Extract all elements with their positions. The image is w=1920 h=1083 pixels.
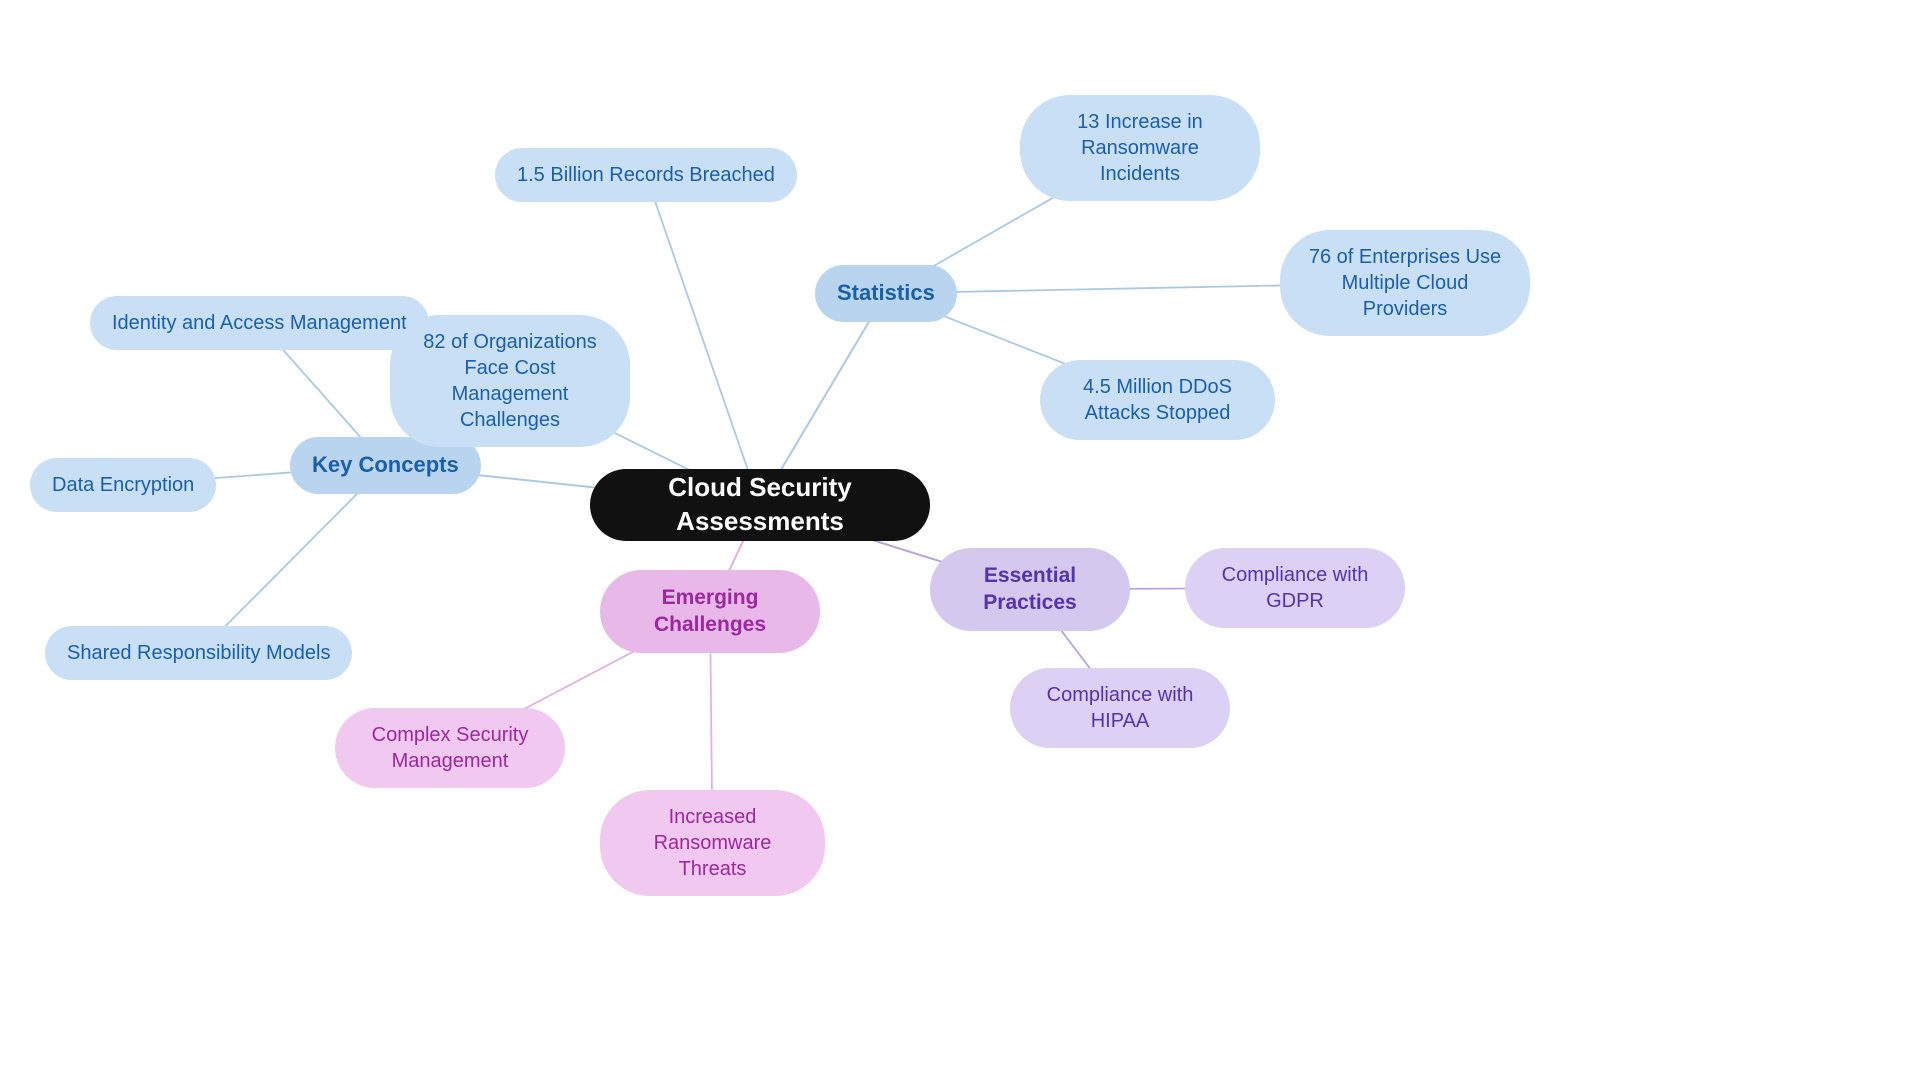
compliance-hipaa-node: Compliance with HIPAA — [1010, 668, 1230, 748]
emerging-challenges-label: Emerging Challenges — [622, 584, 798, 639]
identity-access-node: Identity and Access Management — [90, 296, 429, 350]
records-breached-label: 1.5 Billion Records Breached — [517, 162, 775, 188]
center-node: Cloud Security Assessments — [590, 469, 930, 541]
shared-responsibility-label: Shared Responsibility Models — [67, 640, 330, 666]
data-encryption-node: Data Encryption — [30, 458, 216, 512]
ddos-attacks-node: 4.5 Million DDoS Attacks Stopped — [1040, 360, 1275, 440]
statistics-node: Statistics — [815, 265, 957, 322]
mind-map: Cloud Security Assessments Key Concepts … — [0, 0, 1920, 1083]
connections-svg — [0, 0, 1920, 1083]
data-encryption-label: Data Encryption — [52, 472, 194, 498]
shared-responsibility-node: Shared Responsibility Models — [45, 626, 352, 680]
ransomware-increase-label: 13 Increase in Ransomware Incidents — [1042, 109, 1238, 187]
complex-security-label: Complex Security Management — [357, 722, 543, 774]
multiple-cloud-label: 76 of Enterprises Use Multiple Cloud Pro… — [1302, 244, 1508, 322]
compliance-gdpr-node: Compliance with GDPR — [1185, 548, 1405, 628]
cost-management-node: 82 of Organizations Face Cost Management… — [390, 315, 630, 447]
ransomware-increase-node: 13 Increase in Ransomware Incidents — [1020, 95, 1260, 201]
increased-ransomware-label: Increased Ransomware Threats — [622, 804, 803, 882]
compliance-gdpr-label: Compliance with GDPR — [1207, 562, 1383, 614]
ddos-attacks-label: 4.5 Million DDoS Attacks Stopped — [1062, 374, 1253, 426]
compliance-hipaa-label: Compliance with HIPAA — [1032, 682, 1208, 734]
multiple-cloud-node: 76 of Enterprises Use Multiple Cloud Pro… — [1280, 230, 1530, 336]
statistics-label: Statistics — [837, 279, 935, 308]
cost-management-label: 82 of Organizations Face Cost Management… — [412, 329, 608, 433]
center-label: Cloud Security Assessments — [612, 471, 908, 539]
complex-security-node: Complex Security Management — [335, 708, 565, 788]
key-concepts-label: Key Concepts — [312, 451, 459, 480]
emerging-challenges-node: Emerging Challenges — [600, 570, 820, 653]
increased-ransomware-node: Increased Ransomware Threats — [600, 790, 825, 896]
essential-practices-node: Essential Practices — [930, 548, 1130, 631]
records-breached-node: 1.5 Billion Records Breached — [495, 148, 797, 202]
essential-practices-label: Essential Practices — [952, 562, 1108, 617]
identity-access-label: Identity and Access Management — [112, 310, 407, 336]
